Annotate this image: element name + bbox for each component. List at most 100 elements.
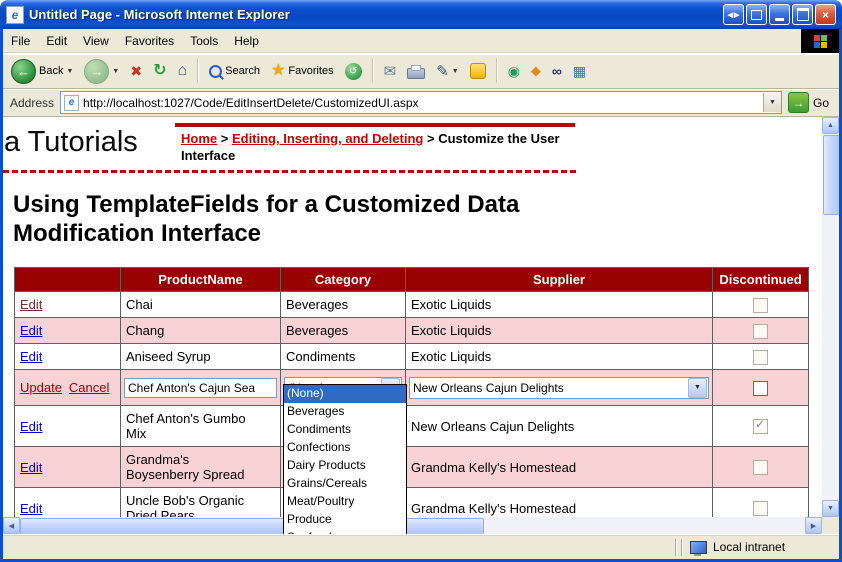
vertical-scroll-thumb[interactable] xyxy=(823,135,839,215)
stop-button[interactable]: ✖ xyxy=(127,62,145,80)
maximize-button[interactable] xyxy=(792,4,813,25)
addon-button-1[interactable]: ◉ xyxy=(505,61,523,82)
menu-view[interactable]: View xyxy=(75,30,117,52)
edit-link[interactable]: Edit xyxy=(20,501,42,516)
update-link[interactable]: Update xyxy=(20,380,62,395)
menu-edit[interactable]: Edit xyxy=(38,30,75,52)
stop-icon: ✖ xyxy=(130,64,142,78)
messenger-button[interactable] xyxy=(467,61,489,81)
address-bar: Address e http://localhost:1027/Code/Edi… xyxy=(3,89,839,117)
product-header: ProductName xyxy=(121,268,281,292)
address-input[interactable]: e http://localhost:1027/Code/EditInsertD… xyxy=(60,91,782,114)
scroll-up-button[interactable]: ▲ xyxy=(822,117,839,134)
address-label: Address xyxy=(7,96,54,110)
print-icon xyxy=(407,68,425,79)
edit-link[interactable]: Edit xyxy=(20,323,42,338)
browser-window: e Untitled Page - Microsoft Internet Exp… xyxy=(0,0,842,562)
category-option[interactable]: Meat/Poultry xyxy=(284,493,406,511)
addon-button-4[interactable]: ▦ xyxy=(570,61,589,82)
product-row: Edit Chef Anton's Gumbo Mix New Orleans … xyxy=(15,406,809,447)
go-button[interactable]: → Go xyxy=(788,92,835,113)
page-icon: e xyxy=(64,95,79,111)
actions-cell: Edit xyxy=(15,292,121,318)
chevron-down-icon[interactable]: ▼ xyxy=(688,378,707,398)
favorites-label: Favorites xyxy=(288,65,333,77)
category-header: Category xyxy=(281,268,406,292)
supplier-dropdown[interactable]: New Orleans Cajun Delights ▼ xyxy=(409,377,709,399)
refresh-button[interactable]: ↻ xyxy=(150,61,169,81)
product-row: Edit Chai Beverages Exotic Liquids xyxy=(15,292,809,318)
breadcrumb-home-link[interactable]: Home xyxy=(181,131,217,146)
edit-link[interactable]: Edit xyxy=(20,419,42,434)
discontinued-checkbox xyxy=(753,460,768,475)
home-button[interactable]: ⌂ xyxy=(174,61,190,81)
web-page: a Tutorials Home > Editing, Inserting, a… xyxy=(3,117,822,517)
status-message xyxy=(6,538,673,556)
discontinued-checkbox xyxy=(753,298,768,313)
category-option[interactable]: Seafood xyxy=(284,529,406,534)
category-option[interactable]: Grains/Cereals xyxy=(284,475,406,493)
vertical-scrollbar[interactable]: ▲ ▼ xyxy=(822,117,839,517)
breadcrumb-section-link[interactable]: Editing, Inserting, and Deleting xyxy=(232,131,423,146)
close-button[interactable]: × xyxy=(815,4,836,25)
title-bar[interactable]: e Untitled Page - Microsoft Internet Exp… xyxy=(0,0,842,29)
menu-help[interactable]: Help xyxy=(226,30,267,52)
selected-supplier: New Orleans Cajun Delights xyxy=(413,381,687,395)
menu-favorites[interactable]: Favorites xyxy=(117,30,182,52)
horizontal-scrollbar[interactable]: ◀ ▶ xyxy=(3,517,822,534)
scroll-left-button[interactable]: ◀ xyxy=(3,517,20,534)
favorites-button[interactable]: ★ Favorites xyxy=(268,61,337,81)
address-dropdown-button[interactable]: ▼ xyxy=(763,93,781,112)
discontinued-cell xyxy=(713,447,809,488)
category-option[interactable]: (None) xyxy=(284,385,406,403)
scroll-down-button[interactable]: ▼ xyxy=(822,500,839,517)
forward-button[interactable]: → ▼ xyxy=(81,57,122,86)
category-option[interactable]: Condiments xyxy=(284,421,406,439)
discontinued-checkbox-checked: ✓ xyxy=(753,419,768,434)
actions-cell: Update Cancel xyxy=(15,370,121,406)
category-option[interactable]: Dairy Products xyxy=(284,457,406,475)
supplier-cell: Grandma Kelly's Homestead xyxy=(406,488,713,518)
supplier-cell: Exotic Liquids xyxy=(406,292,713,318)
menu-bar: File Edit View Favorites Tools Help xyxy=(3,29,839,54)
search-label: Search xyxy=(225,65,260,77)
scroll-right-button[interactable]: ▶ xyxy=(805,517,822,534)
edit-button[interactable]: ✎ ▼ xyxy=(433,62,462,81)
search-button[interactable]: Search xyxy=(206,63,263,80)
gridview-header-row: ProductName Category Supplier Discontinu… xyxy=(15,268,809,292)
addon-button-2[interactable]: ◆ xyxy=(528,61,544,81)
edit-link[interactable]: Edit xyxy=(20,297,42,312)
discontinued-cell xyxy=(713,344,809,370)
addon-binoculars-icon: ∞ xyxy=(552,63,562,79)
titlebar-extra-button[interactable] xyxy=(746,4,767,25)
go-label: Go xyxy=(813,96,829,110)
edit-link[interactable]: Edit xyxy=(20,349,42,364)
addon-button-3[interactable]: ∞ xyxy=(549,61,565,81)
edit-link[interactable]: Edit xyxy=(20,460,42,475)
back-button[interactable]: ← Back ▼ xyxy=(8,57,76,86)
mail-icon: ✉ xyxy=(384,64,397,79)
horizontal-scroll-thumb[interactable] xyxy=(20,518,484,534)
titlebar-nav-button[interactable]: ◀▶ xyxy=(723,4,744,25)
discontinued-checkbox xyxy=(753,501,768,516)
category-option[interactable]: Confections xyxy=(284,439,406,457)
actions-cell: Edit xyxy=(15,344,121,370)
windows-flag-icon xyxy=(814,35,827,48)
product-cell: Aniseed Syrup xyxy=(121,344,281,370)
print-button[interactable] xyxy=(404,61,428,81)
minimize-button[interactable] xyxy=(769,4,790,25)
mail-button[interactable]: ✉ xyxy=(381,62,400,81)
cancel-link[interactable]: Cancel xyxy=(69,380,109,395)
products-gridview: ProductName Category Supplier Discontinu… xyxy=(14,267,809,517)
supplier-header: Supplier xyxy=(406,268,713,292)
category-option[interactable]: Produce xyxy=(284,511,406,529)
discontinued-cell: ✓ xyxy=(713,406,809,447)
product-cell: Grandma's Boysenberry Spread xyxy=(121,447,281,488)
discontinued-checkbox[interactable] xyxy=(753,381,768,396)
product-name-input[interactable] xyxy=(124,378,277,398)
category-option[interactable]: Beverages xyxy=(284,403,406,421)
menu-file[interactable]: File xyxy=(3,30,38,52)
standard-buttons-toolbar: ← Back ▼ → ▼ ✖ ↻ ⌂ Search ★ Favorites ↺ … xyxy=(3,54,839,89)
history-button[interactable]: ↺ xyxy=(342,61,365,82)
menu-tools[interactable]: Tools xyxy=(182,30,226,52)
